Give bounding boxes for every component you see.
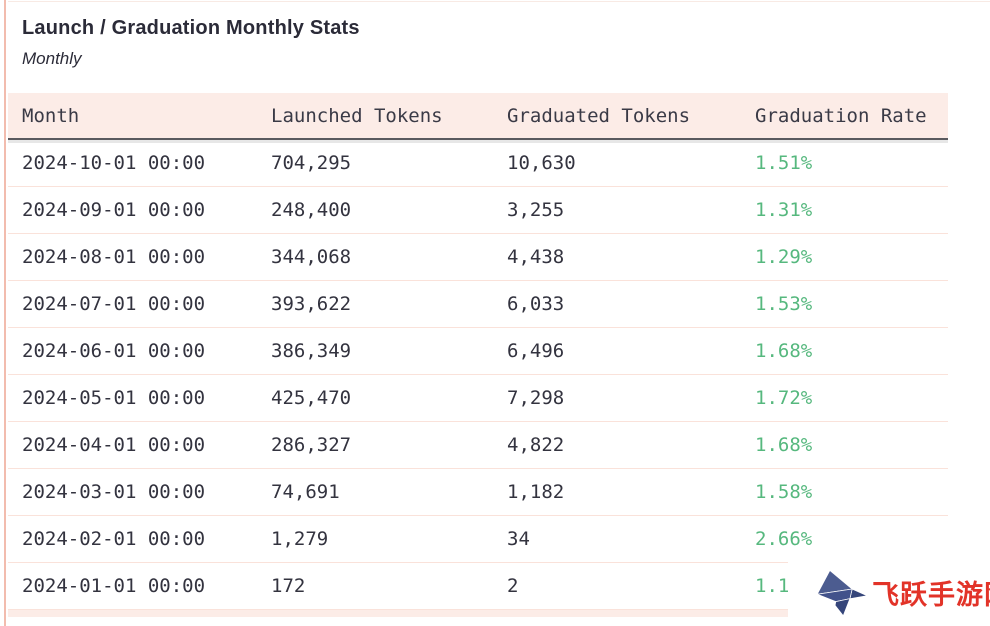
watermark: 飞跃手游网	[788, 558, 990, 626]
cell-rate: 1.72%	[755, 387, 813, 409]
dashboard-widget: Launch / Graduation Monthly Stats Monthl…	[8, 0, 948, 617]
cell-rate: 2.66%	[755, 528, 813, 550]
cell-graduated: 2	[507, 575, 519, 597]
table-row: 2024-04-01 00:00 286,327 4,822 1.68%	[8, 422, 948, 469]
cell-month: 2024-03-01 00:00	[22, 481, 206, 503]
watermark-text: 飞跃手游网	[872, 579, 990, 610]
cell-graduated: 10,630	[507, 152, 576, 174]
widget-title: Launch / Graduation Monthly Stats	[22, 17, 360, 39]
cell-rate: 1.68%	[755, 340, 813, 362]
cell-graduated: 34	[507, 528, 530, 550]
cell-graduated: 6,496	[507, 340, 565, 362]
cell-launched: 425,470	[271, 387, 352, 409]
cell-launched: 344,068	[271, 246, 352, 268]
table-body: 2024-10-01 00:00 704,295 10,630 1.51% 2024-0…	[8, 140, 948, 610]
cell-graduated: 1,182	[507, 481, 565, 503]
cell-launched: 286,327	[271, 434, 352, 456]
column-header-graduated-tokens[interactable]: Graduated Tokens	[507, 105, 755, 127]
cell-launched: 704,295	[271, 152, 352, 174]
cell-graduated: 7,298	[507, 387, 565, 409]
table-row: 2024-09-01 00:00 248,400 3,255 1.31%	[8, 187, 948, 234]
table-row: 2024-06-01 00:00 386,349 6,496 1.68%	[8, 328, 948, 375]
cell-graduated: 4,822	[507, 434, 565, 456]
table-row: 2024-08-01 00:00 344,068 4,438 1.29%	[8, 234, 948, 281]
cell-launched: 74,691	[271, 481, 340, 503]
column-header-launched-tokens[interactable]: Launched Tokens	[271, 105, 507, 127]
table-header-row: Month Launched Tokens Graduated Tokens G…	[8, 93, 948, 140]
column-header-graduation-rate[interactable]: Graduation Rate	[755, 105, 948, 127]
cell-launched: 1,279	[271, 528, 329, 550]
widget-subtitle: Monthly	[22, 49, 82, 68]
table-row: 2024-03-01 00:00 74,691 1,182 1.58%	[8, 469, 948, 516]
cell-rate: 1.58%	[755, 481, 813, 503]
cell-graduated: 6,033	[507, 293, 565, 315]
left-accent-border	[4, 0, 6, 626]
cell-rate: 1.53%	[755, 293, 813, 315]
table-row: 2024-02-01 00:00 1,279 34 2.66%	[8, 516, 948, 563]
cell-month: 2024-07-01 00:00	[22, 293, 206, 315]
cell-rate: 1.31%	[755, 199, 813, 221]
cell-graduated: 4,438	[507, 246, 565, 268]
cell-month: 2024-01-01 00:00	[22, 575, 206, 597]
stats-table: Month Launched Tokens Graduated Tokens G…	[8, 93, 948, 617]
cell-launched: 386,349	[271, 340, 352, 362]
cell-month: 2024-05-01 00:00	[22, 387, 206, 409]
table-row: 2024-07-01 00:00 393,622 6,033 1.53%	[8, 281, 948, 328]
cell-launched: 248,400	[271, 199, 352, 221]
paper-plane-bird-logo-icon	[815, 569, 867, 617]
cell-launched: 393,622	[271, 293, 352, 315]
cell-graduated: 3,255	[507, 199, 565, 221]
table-row: 2024-05-01 00:00 425,470 7,298 1.72%	[8, 375, 948, 422]
cell-month: 2024-08-01 00:00	[22, 246, 206, 268]
cell-rate: 1.51%	[755, 152, 813, 174]
cell-rate: 1.68%	[755, 434, 813, 456]
cell-launched: 172	[271, 575, 306, 597]
cell-month: 2024-09-01 00:00	[22, 199, 206, 221]
column-header-month[interactable]: Month	[22, 105, 271, 127]
cell-month: 2024-02-01 00:00	[22, 528, 206, 550]
cell-month: 2024-04-01 00:00	[22, 434, 206, 456]
cell-month: 2024-06-01 00:00	[22, 340, 206, 362]
cell-month: 2024-10-01 00:00	[22, 152, 206, 174]
table-row: 2024-10-01 00:00 704,295 10,630 1.51%	[8, 140, 948, 187]
cell-rate: 1.29%	[755, 246, 813, 268]
